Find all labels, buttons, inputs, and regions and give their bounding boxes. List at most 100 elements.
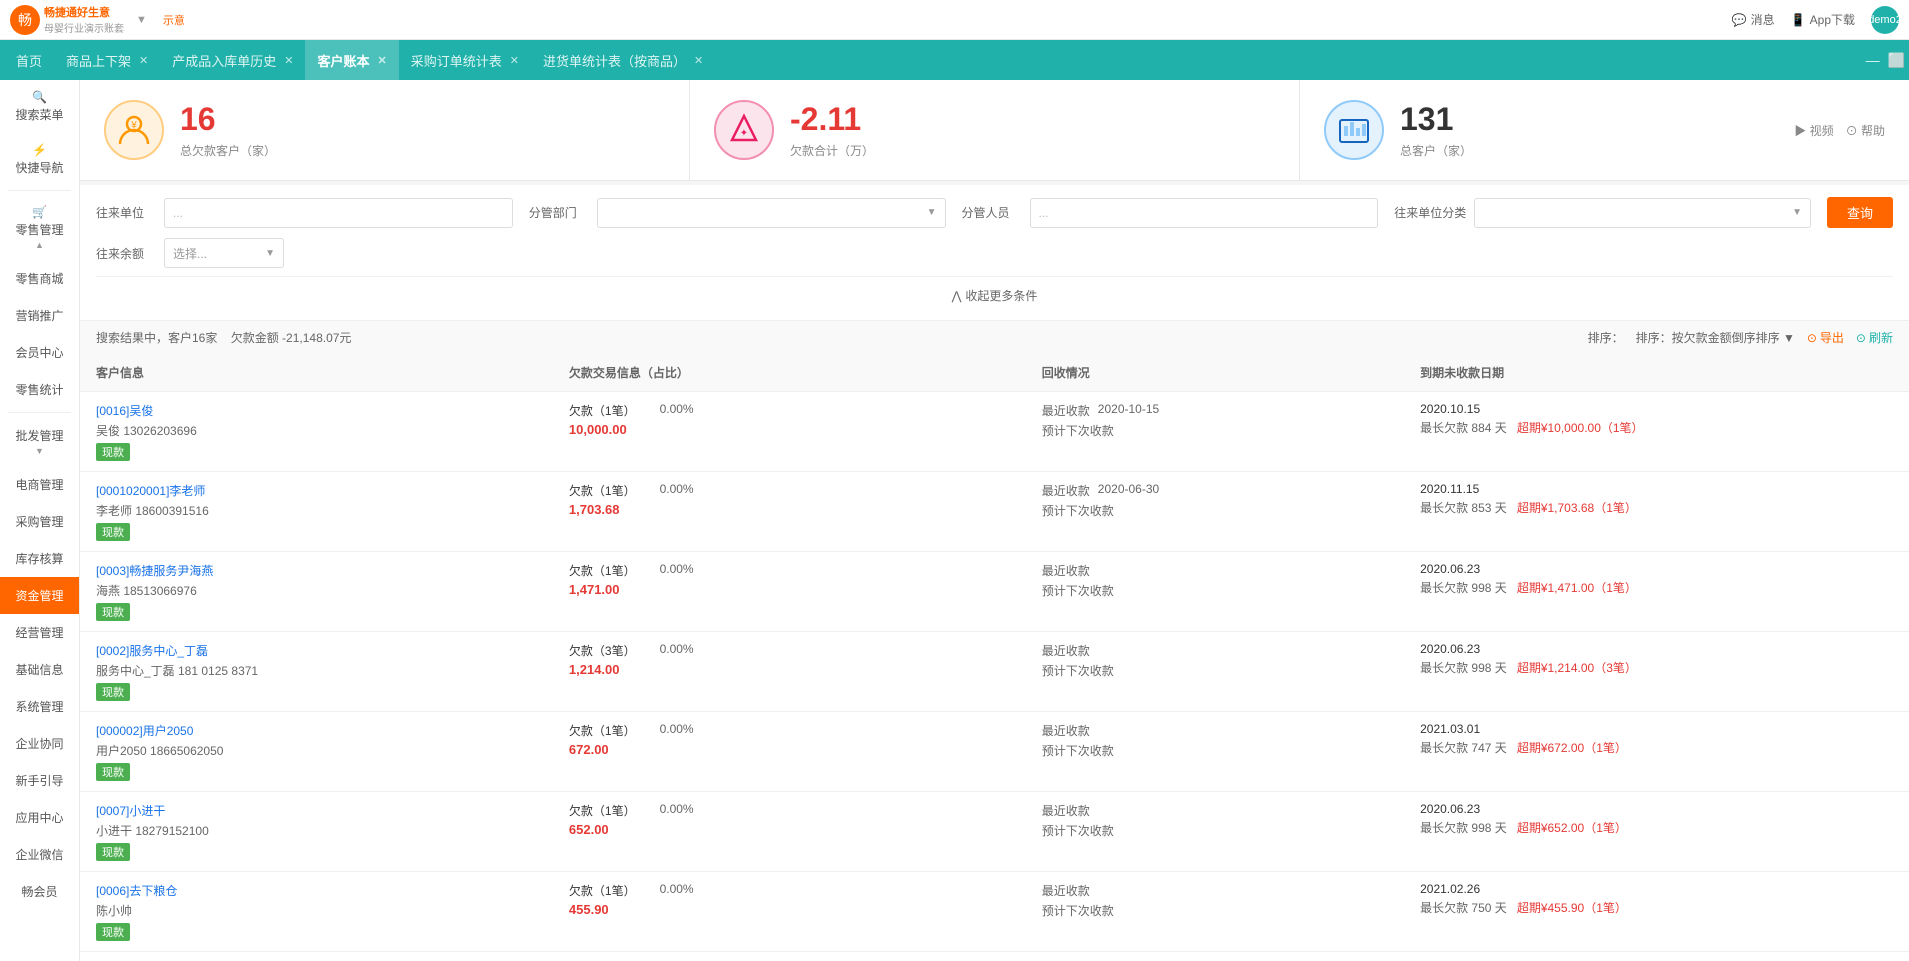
- tab-production[interactable]: 产成品入库单历史 ✕: [160, 40, 305, 80]
- view-video-btn[interactable]: ▶ 视频: [1794, 122, 1833, 139]
- sidebar-item-retail-mgmt[interactable]: 🛒 零售管理 ▲: [0, 195, 79, 260]
- message-btn[interactable]: 💬 消息: [1732, 11, 1775, 28]
- app-download-btn[interactable]: 📱 App下载: [1791, 11, 1855, 28]
- sidebar: 🔍 搜索菜单 ⚡ 快捷导航 🛒 零售管理 ▲ 零售商城 营销推广 会员中心 零售…: [0, 80, 80, 961]
- customer-phone-0: 吴俊 13026203696: [96, 422, 569, 439]
- customer-name-1[interactable]: [0001020001]李老师: [96, 482, 569, 499]
- sidebar-item-marketing[interactable]: 营销推广: [0, 297, 79, 334]
- sidebar-item-quick-nav[interactable]: ⚡ 快捷导航: [0, 133, 79, 186]
- table-row: [000002]用户2050 用户2050 18665062050 现款 欠款（…: [80, 712, 1909, 792]
- table-header: 客户信息 欠款交易信息（占比） 回收情况 到期未收款日期: [80, 354, 1909, 392]
- customer-name-0[interactable]: [0016]吴俊: [96, 402, 569, 419]
- export-btn[interactable]: ⊙ 导出: [1807, 329, 1844, 346]
- customer-tag-3: 现款: [96, 683, 130, 701]
- stat-debt-customers-info: 16 总欠款客户（家）: [180, 101, 276, 159]
- sidebar-item-purchase[interactable]: 采购管理: [0, 503, 79, 540]
- customer-name-5[interactable]: [0007]小进干: [96, 802, 569, 819]
- home-link[interactable]: 示意: [163, 12, 185, 28]
- debt-amount-6[interactable]: 455.90: [569, 902, 636, 917]
- total-customers-value: 131: [1400, 101, 1472, 138]
- debt-amount-3[interactable]: 1,214.00: [569, 662, 636, 677]
- debt-amount-2[interactable]: 1,471.00: [569, 582, 636, 597]
- message-icon: 💬: [1732, 13, 1747, 27]
- maximize-btn[interactable]: ⬜: [1888, 52, 1905, 69]
- next-payment-0: 预计下次收款: [1042, 422, 1420, 439]
- manager-input[interactable]: ...: [1030, 198, 1379, 228]
- close-customer-tab[interactable]: ✕: [378, 54, 387, 67]
- customer-tag-4: 现款: [96, 763, 130, 781]
- nav-icon: ⚡: [32, 143, 47, 157]
- customer-name-6[interactable]: [0006]去下粮仓: [96, 882, 569, 899]
- sidebar-item-finance[interactable]: 资金管理: [0, 577, 79, 614]
- sort-selector[interactable]: 排序：按欠款金额倒序排序 ▼: [1636, 329, 1795, 346]
- due-date-0: 2020.10.15: [1420, 402, 1893, 416]
- source-unit-input[interactable]: ...: [164, 198, 513, 228]
- header-collection: 回收情况: [1042, 364, 1420, 381]
- overdue-amount-0[interactable]: 超期¥10,000.00（1笔）: [1517, 421, 1644, 435]
- sidebar-item-batch-mgmt[interactable]: 批发管理 ▼: [0, 417, 79, 466]
- sidebar-item-ops[interactable]: 经营管理: [0, 614, 79, 651]
- debt-percent-0: 0.00%: [660, 402, 694, 416]
- refresh-btn[interactable]: ⊙ 刷新: [1856, 329, 1893, 346]
- balance-select[interactable]: 选择... ▼: [164, 238, 284, 268]
- close-production-tab[interactable]: ✕: [284, 54, 293, 67]
- close-products-tab[interactable]: ✕: [139, 54, 148, 67]
- due-info-6: 2021.02.26 最长欠款 750 天 超期¥455.90（1笔）: [1420, 882, 1893, 916]
- manager-dots: ...: [1039, 206, 1049, 220]
- due-info-1: 2020.11.15 最长欠款 853 天 超期¥1,703.68（1笔）: [1420, 482, 1893, 516]
- stat-total-customers-info: 131 总客户（家）: [1400, 101, 1472, 159]
- tab-purchase-order[interactable]: 采购订单统计表 ✕: [399, 40, 531, 80]
- tab-products[interactable]: 商品上下架 ✕: [54, 40, 160, 80]
- sidebar-item-inventory[interactable]: 库存核算: [0, 540, 79, 577]
- sidebar-item-newbie[interactable]: 新手引导: [0, 762, 79, 799]
- sidebar-item-search[interactable]: 🔍 搜索菜单: [0, 80, 79, 133]
- logo-text: 畅捷通好生意 母婴行业演示账套: [44, 4, 124, 35]
- filter-balance: 往来余额 选择... ▼: [96, 238, 1893, 268]
- refresh-icon: ⊙: [1856, 331, 1866, 345]
- sidebar-item-app-center[interactable]: 应用中心: [0, 799, 79, 836]
- sidebar-item-system[interactable]: 系统管理: [0, 688, 79, 725]
- collection-info-4: 最近收款 预计下次收款: [1042, 722, 1420, 759]
- tab-customer-account[interactable]: 客户账本 ✕: [305, 40, 398, 80]
- manager-label: 分管人员: [962, 204, 1022, 221]
- due-detail-0: 最长欠款 884 天 超期¥10,000.00（1笔）: [1420, 419, 1893, 436]
- customer-name-2[interactable]: [0003]畅捷服务尹海燕: [96, 562, 569, 579]
- close-purchase-tab[interactable]: ✕: [510, 54, 519, 67]
- mobile-icon: 📱: [1791, 13, 1806, 27]
- customer-name-3[interactable]: [0002]服务中心_丁磊: [96, 642, 569, 659]
- search-button[interactable]: 查询: [1827, 197, 1893, 228]
- sidebar-item-vip[interactable]: 畅会员: [0, 873, 79, 910]
- customer-name-4[interactable]: [000002]用户2050: [96, 722, 569, 739]
- tab-purchase-stats[interactable]: 进货单统计表（按商品） ✕: [531, 40, 715, 80]
- stat-card-total-customers: 131 总客户（家） ▶ 视频 ⊙ 帮助: [1300, 80, 1909, 180]
- sidebar-item-members[interactable]: 会员中心: [0, 334, 79, 371]
- table-row: [0006]去下粮仓 陈小帅 现款 欠款（1笔） 455.90 0.00%: [80, 872, 1909, 952]
- debt-amount-5[interactable]: 652.00: [569, 822, 636, 837]
- collection-info-6: 最近收款 预计下次收款: [1042, 882, 1420, 919]
- minimize-btn[interactable]: —: [1866, 52, 1880, 68]
- debt-percent-1: 0.00%: [660, 482, 694, 496]
- dept-select[interactable]: ▼: [597, 198, 946, 228]
- help-btn[interactable]: ⊙ 帮助: [1846, 122, 1885, 139]
- sidebar-item-enterprise-wx[interactable]: 企业微信: [0, 836, 79, 873]
- sidebar-item-retail-stats[interactable]: 零售统计: [0, 371, 79, 408]
- tab-home[interactable]: 首页: [4, 40, 54, 80]
- customer-tag-6: 现款: [96, 923, 130, 941]
- debt-amount-0[interactable]: 10,000.00: [569, 422, 636, 437]
- close-stats-tab[interactable]: ✕: [694, 54, 703, 67]
- result-bar: 搜索结果中，客户16家 欠款金额 -21,148.07元 排序： 排序：按欠款金…: [80, 320, 1909, 354]
- unit-category-select[interactable]: ▼: [1474, 198, 1811, 228]
- sidebar-item-basic[interactable]: 基础信息: [0, 651, 79, 688]
- user-area[interactable]: demo2: [1871, 6, 1899, 34]
- sidebar-item-ecommerce[interactable]: 电商管理: [0, 466, 79, 503]
- debt-amount-1[interactable]: 1,703.68: [569, 502, 636, 517]
- company-selector[interactable]: ▼: [136, 14, 147, 26]
- collapse-btn[interactable]: ⋀ 收起更多条件: [948, 283, 1042, 308]
- debt-amount-4[interactable]: 672.00: [569, 742, 636, 757]
- debt-count-0: 欠款（1笔）: [569, 402, 636, 419]
- table-row: [0002]服务中心_丁磊 服务中心_丁磊 181 0125 8371 现款 欠…: [80, 632, 1909, 712]
- filter-area: 往来单位 ... 分管部门 ▼ 分管人员 ...: [80, 185, 1909, 320]
- svg-text:¥: ¥: [130, 120, 137, 131]
- sidebar-item-retail-mall[interactable]: 零售商城: [0, 260, 79, 297]
- sidebar-item-enterprise[interactable]: 企业协同: [0, 725, 79, 762]
